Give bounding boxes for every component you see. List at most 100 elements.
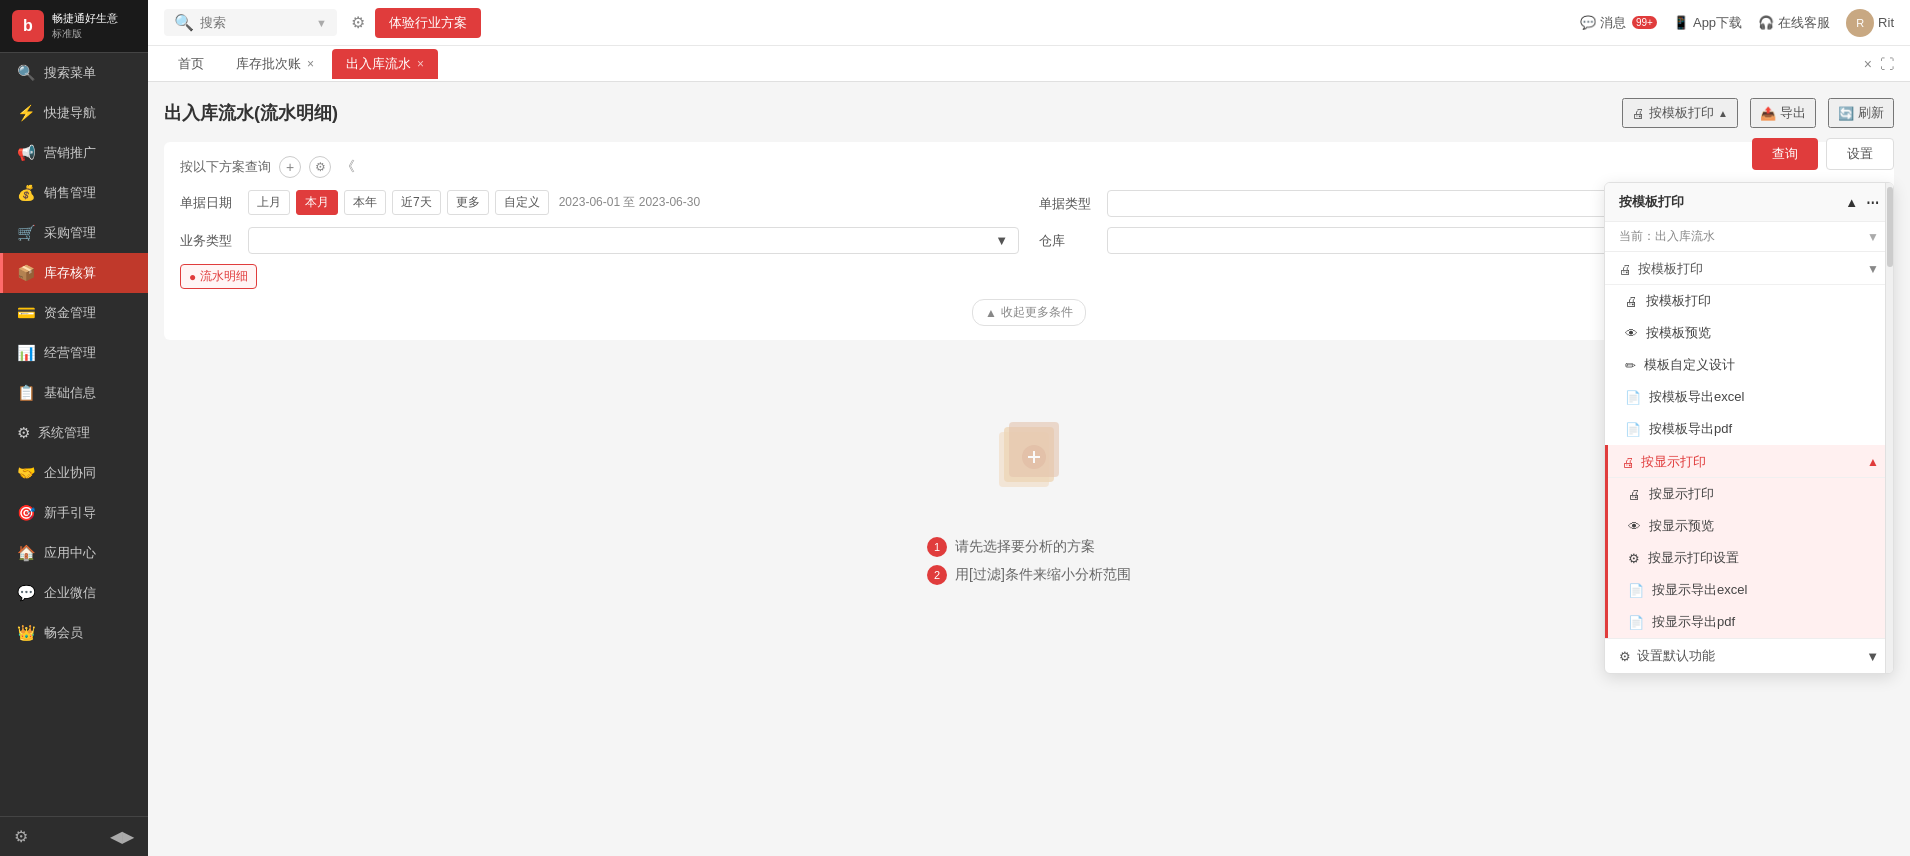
tabs-bar: 首页 库存批次账 × 出入库流水 × × ⛶	[148, 46, 1910, 82]
current-expand-icon[interactable]: ▼	[1867, 230, 1879, 244]
template-preview-item[interactable]: 👁 按模板预览	[1605, 317, 1893, 349]
sidebar-item-label: 新手引导	[44, 504, 96, 522]
template-print-section-header[interactable]: 🖨 按模板打印 ▼	[1605, 252, 1893, 285]
sidebar-item-label: 系统管理	[38, 424, 90, 442]
search-dropdown-icon[interactable]: ▼	[316, 17, 327, 29]
sidebar-bottom: ⚙ ◀▶	[0, 816, 148, 856]
sidebar-item-sales[interactable]: 💰 销售管理	[0, 173, 148, 213]
sidebar-logo: b 畅捷通好生意 标准版	[0, 0, 148, 53]
app-download-button[interactable]: 📱 App下载	[1673, 14, 1742, 32]
sidebar-item-guide[interactable]: 🎯 新手引导	[0, 493, 148, 533]
app-name: 畅捷通好生意	[52, 11, 118, 26]
filter-settings-icon[interactable]: ⚙	[309, 156, 331, 178]
sidebar-item-finance[interactable]: 💳 资金管理	[0, 293, 148, 333]
collapse-sidebar-icon[interactable]: ◀▶	[110, 827, 134, 846]
dropdown-scroll-indicator[interactable]	[1885, 183, 1893, 673]
sidebar-item-wechat[interactable]: 💬 企业微信	[0, 573, 148, 613]
message-button[interactable]: 💬 消息 99+	[1580, 14, 1657, 32]
sidebar-item-system[interactable]: ⚙ 系统管理	[0, 413, 148, 453]
display-print-section: 🖨 按显示打印 ▲ 🖨 按显示打印 👁 按显示预览 ⚙ 按显示打印设置	[1605, 445, 1893, 638]
guide-icon: 🎯	[17, 504, 36, 522]
filter-date-item: 单据日期 上月 本月 本年 近7天 更多 自定义 2023-06-01 至 20…	[180, 190, 1019, 215]
header-left: 🔍 ▼ ⚙ 体验行业方案	[164, 8, 481, 38]
template-section-expand[interactable]: ▼	[1867, 262, 1879, 276]
dropdown-header: 按模板打印 ▲ ⋯	[1605, 183, 1893, 222]
filter-date-label: 单据日期	[180, 194, 240, 212]
wechat-icon: 💬	[17, 584, 36, 602]
filter-business-type-select[interactable]: ▼	[248, 227, 1019, 254]
filter-add-button[interactable]: +	[279, 156, 301, 178]
tabs-right-actions: × ⛶	[1864, 46, 1894, 81]
sidebar-item-quick-nav[interactable]: ⚡ 快捷导航	[0, 93, 148, 133]
settings-bottom-icon[interactable]: ⚙	[14, 827, 28, 846]
header-gear-icon[interactable]: ⚙	[351, 13, 365, 32]
expand-tabs-icon[interactable]: ⛶	[1880, 56, 1894, 72]
tab-flow[interactable]: 出入库流水 ×	[332, 49, 438, 79]
sidebar-item-cooperation[interactable]: 🤝 企业协同	[0, 453, 148, 493]
sidebar-item-label: 企业微信	[44, 584, 96, 602]
dropdown-expand-icon[interactable]: ▲	[1845, 195, 1858, 210]
template-export-pdf-item[interactable]: 📄 按模板导出pdf	[1605, 413, 1893, 445]
display-print-settings-item[interactable]: ⚙ 按显示打印设置	[1608, 542, 1893, 574]
tab-close-flow[interactable]: ×	[417, 57, 424, 71]
sidebar-item-marketing[interactable]: 📢 营销推广	[0, 133, 148, 173]
header-search-box[interactable]: 🔍 ▼	[164, 9, 337, 36]
close-all-tabs-icon[interactable]: ×	[1864, 56, 1872, 72]
dropdown-title: 按模板打印	[1619, 193, 1684, 211]
display-print-item[interactable]: 🖨 按显示打印	[1608, 478, 1893, 510]
tab-label: 出入库流水	[346, 55, 411, 73]
export-button[interactable]: 📤 导出	[1750, 98, 1816, 128]
three-dots-icon[interactable]: ⋯	[1866, 195, 1879, 210]
filter-collapse-icon[interactable]: 《	[341, 158, 355, 176]
sidebar-item-label: 搜索菜单	[44, 64, 96, 82]
tab-label: 首页	[178, 55, 204, 73]
footer-expand-icon[interactable]: ▼	[1866, 649, 1879, 664]
tab-batch[interactable]: 库存批次账 ×	[222, 49, 328, 79]
user-profile-button[interactable]: R Rit	[1846, 9, 1894, 37]
industry-solution-button[interactable]: 体验行业方案	[375, 8, 481, 38]
sidebar-item-label: 采购管理	[44, 224, 96, 242]
refresh-icon: 🔄	[1838, 106, 1854, 121]
step-1-text: 请先选择要分析的方案	[955, 538, 1095, 556]
template-export-excel-item[interactable]: 📄 按模板导出excel	[1605, 381, 1893, 413]
filter-section-title: 按以下方案查询	[180, 158, 271, 176]
sidebar-item-purchase[interactable]: 🛒 采购管理	[0, 213, 148, 253]
display-settings-icon: ⚙	[1628, 551, 1640, 566]
online-service-button[interactable]: 🎧 在线客服	[1758, 14, 1830, 32]
date-btn-custom[interactable]: 自定义	[495, 190, 549, 215]
tab-home[interactable]: 首页	[164, 49, 218, 79]
print-template-button[interactable]: 🖨 按模板打印 ▲	[1622, 98, 1738, 128]
display-preview-item[interactable]: 👁 按显示预览	[1608, 510, 1893, 542]
sidebar-item-membership[interactable]: 👑 畅会员	[0, 613, 148, 653]
right-action-buttons: 查询 设置	[1752, 138, 1894, 170]
display-export-pdf-item[interactable]: 📄 按显示导出pdf	[1608, 606, 1893, 638]
date-btn-more[interactable]: 更多	[447, 190, 489, 215]
date-btn-last-7-days[interactable]: 近7天	[392, 190, 441, 215]
collapse-more-button[interactable]: ▲ 收起更多条件	[972, 299, 1086, 326]
purchase-icon: 🛒	[17, 224, 36, 242]
tab-close-batch[interactable]: ×	[307, 57, 314, 71]
dropdown-footer[interactable]: ⚙ 设置默认功能 ▼	[1605, 638, 1893, 673]
search-input[interactable]	[200, 15, 310, 30]
query-main-button[interactable]: 查询	[1752, 138, 1818, 170]
display-export-excel-item[interactable]: 📄 按显示导出excel	[1608, 574, 1893, 606]
settings-main-button[interactable]: 设置	[1826, 138, 1894, 170]
template-design-item[interactable]: ✏ 模板自定义设计	[1605, 349, 1893, 381]
sidebar-item-operations[interactable]: 📊 经营管理	[0, 333, 148, 373]
refresh-button[interactable]: 🔄 刷新	[1828, 98, 1894, 128]
sidebar-item-label: 营销推广	[44, 144, 96, 162]
sidebar-item-inventory[interactable]: 📦 库存核算	[0, 253, 148, 293]
header-right: 💬 消息 99+ 📱 App下载 🎧 在线客服 R Rit	[1580, 9, 1894, 37]
display-preview-icon: 👁	[1628, 519, 1641, 534]
template-print-item[interactable]: 🖨 按模板打印	[1605, 285, 1893, 317]
sidebar-nav: 🔍 搜索菜单 ⚡ 快捷导航 📢 营销推广 💰 销售管理 🛒 采购管理 📦 库存核…	[0, 53, 148, 816]
sidebar-item-search[interactable]: 🔍 搜索菜单	[0, 53, 148, 93]
date-btn-this-month[interactable]: 本月	[296, 190, 338, 215]
sidebar-item-basic[interactable]: 📋 基础信息	[0, 373, 148, 413]
display-print-section-header[interactable]: 🖨 按显示打印 ▲	[1608, 445, 1893, 478]
sidebar-item-app-center[interactable]: 🏠 应用中心	[0, 533, 148, 573]
date-btn-this-year[interactable]: 本年	[344, 190, 386, 215]
sidebar-item-label: 畅会员	[44, 624, 83, 642]
display-section-expand[interactable]: ▲	[1867, 455, 1879, 469]
date-btn-last-month[interactable]: 上月	[248, 190, 290, 215]
